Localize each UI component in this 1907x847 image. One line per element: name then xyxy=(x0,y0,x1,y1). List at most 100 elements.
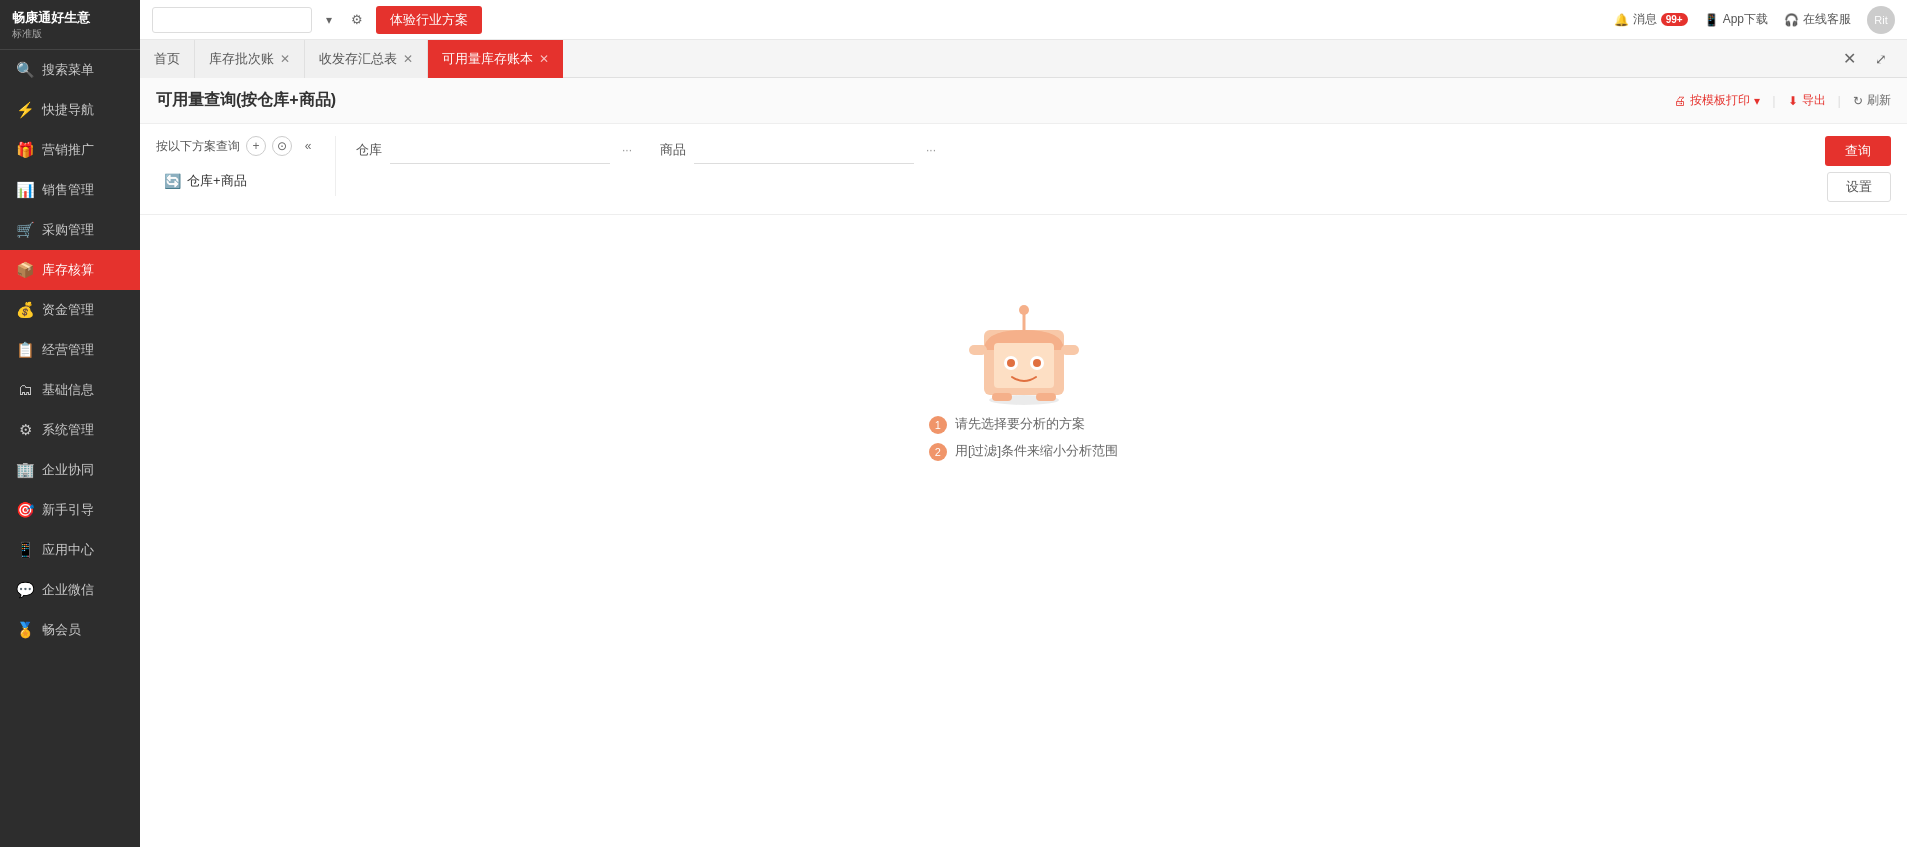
sidebar-label-enterprise: 企业协同 xyxy=(42,461,94,479)
query-scheme-header: 按以下方案查询 + ⊙ « xyxy=(156,136,319,156)
refresh-circle-icon: 🔄 xyxy=(164,173,181,189)
tab-batch-account-close[interactable]: ✕ xyxy=(280,52,290,66)
tabbar-expand-btn[interactable]: ⤢ xyxy=(1867,45,1895,73)
settings-circle-icon: ⊙ xyxy=(277,139,287,153)
tab-available-ledger[interactable]: 可用量库存账本 ✕ xyxy=(428,40,563,78)
sidebar-label-shortcut: 快捷导航 xyxy=(42,101,94,119)
money-icon: 💰 xyxy=(16,301,34,319)
tabbar-actions: ✕ ⤢ xyxy=(1835,45,1899,73)
settings-icon[interactable]: ⚙ xyxy=(346,9,368,31)
export-btn[interactable]: ⬇ 导出 xyxy=(1788,92,1826,109)
sidebar-label-operations: 经营管理 xyxy=(42,341,94,359)
topbar: ▾ ⚙ 体验行业方案 🔔 消息 99+ 📱 App下载 🎧 在线客服 Rit xyxy=(140,0,1907,40)
tab-batch-account[interactable]: 库存批次账 ✕ xyxy=(195,40,305,78)
empty-svg-illustration xyxy=(964,295,1084,405)
collapse-scheme-btn[interactable]: « xyxy=(298,136,318,156)
app-download-btn[interactable]: 📱 App下载 xyxy=(1704,11,1768,28)
scheme-item-warehouse-product[interactable]: 🔄 仓库+商品 xyxy=(156,166,319,196)
empty-state: 1 请先选择要分析的方案 2 用[过滤]条件来缩小分析范围 xyxy=(140,215,1907,521)
hint-num-2: 2 xyxy=(929,443,947,461)
sidebar-label-guide: 新手引导 xyxy=(42,501,94,519)
tab-available-ledger-close[interactable]: ✕ xyxy=(539,52,549,66)
sidebar-item-inventory[interactable]: 📦 库存核算 xyxy=(0,250,140,290)
lightning-icon: ⚡ xyxy=(16,101,34,119)
target-icon: 🎯 xyxy=(16,501,34,519)
divider1: | xyxy=(1772,93,1775,108)
sidebar-item-shortcut[interactable]: ⚡ 快捷导航 xyxy=(0,90,140,130)
topbar-search-input[interactable] xyxy=(152,7,312,33)
query-field-warehouse: 仓库 ··· xyxy=(356,136,636,164)
topbar-right: 🔔 消息 99+ 📱 App下载 🎧 在线客服 Rit xyxy=(1614,6,1895,34)
sidebar-item-marketing[interactable]: 🎁 营销推广 xyxy=(0,130,140,170)
sidebar-item-basic[interactable]: 🗂 基础信息 xyxy=(0,370,140,410)
tab-home-label: 首页 xyxy=(154,50,180,68)
sidebar-item-guide[interactable]: 🎯 新手引导 xyxy=(0,490,140,530)
warehouse-input[interactable] xyxy=(390,136,610,164)
folder-icon: 🗂 xyxy=(16,381,34,398)
print-btn[interactable]: 🖨 按模板打印 ▾ xyxy=(1674,92,1760,109)
sidebar-nav: 🔍 搜索菜单 ⚡ 快捷导航 🎁 营销推广 📊 销售管理 🛒 采购管理 📦 库存核… xyxy=(0,50,140,847)
tab-recv-summary-label: 收发存汇总表 xyxy=(319,50,397,68)
sidebar-item-system[interactable]: ⚙ 系统管理 xyxy=(0,410,140,450)
user-avatar[interactable]: Rit xyxy=(1867,6,1895,34)
medal-icon: 🏅 xyxy=(16,621,34,639)
refresh-icon: ↻ xyxy=(1853,94,1863,108)
product-label: 商品 xyxy=(660,141,686,159)
sidebar-item-operations[interactable]: 📋 经营管理 xyxy=(0,330,140,370)
sidebar-label-system: 系统管理 xyxy=(42,421,94,439)
scheme-item-label: 仓库+商品 xyxy=(187,172,247,190)
sidebar-label-finance: 资金管理 xyxy=(42,301,94,319)
warehouse-label: 仓库 xyxy=(356,141,382,159)
page-header: 可用量查询(按仓库+商品) 🖨 按模板打印 ▾ | ⬇ 导出 | ↻ 刷新 xyxy=(140,78,1907,124)
user-name-short: Rit xyxy=(1874,14,1887,26)
chat-icon: 💬 xyxy=(16,581,34,599)
headset-icon: 🎧 xyxy=(1784,13,1799,27)
page-header-actions: 🖨 按模板打印 ▾ | ⬇ 导出 | ↻ 刷新 xyxy=(1674,92,1891,109)
printer-icon: 🖨 xyxy=(1674,94,1686,108)
edit-scheme-btn[interactable]: ⊙ xyxy=(272,136,292,156)
sidebar-item-sales[interactable]: 📊 销售管理 xyxy=(0,170,140,210)
hint-num-1: 1 xyxy=(929,416,947,434)
svg-rect-10 xyxy=(1061,345,1079,355)
sidebar-item-vip[interactable]: 🏅 畅会员 xyxy=(0,610,140,650)
sidebar-item-finance[interactable]: 💰 资金管理 xyxy=(0,290,140,330)
query-submit-btn[interactable]: 查询 xyxy=(1825,136,1891,166)
export-label: 导出 xyxy=(1802,92,1826,109)
sidebar-label-marketing: 营销推广 xyxy=(42,141,94,159)
sidebar-item-purchase[interactable]: 🛒 采购管理 xyxy=(0,210,140,250)
tab-recv-summary-close[interactable]: ✕ xyxy=(403,52,413,66)
add-scheme-btn[interactable]: + xyxy=(246,136,266,156)
product-more-btn[interactable]: ··· xyxy=(922,143,940,157)
empty-hint-1: 1 请先选择要分析的方案 xyxy=(929,415,1085,434)
sidebar-label-sales: 销售管理 xyxy=(42,181,94,199)
empty-hint-1-text: 请先选择要分析的方案 xyxy=(955,415,1085,433)
empty-hint-2: 2 用[过滤]条件来缩小分析范围 xyxy=(929,442,1118,461)
main-content: ▾ ⚙ 体验行业方案 🔔 消息 99+ 📱 App下载 🎧 在线客服 Rit xyxy=(140,0,1907,847)
customer-service-btn[interactable]: 🎧 在线客服 xyxy=(1784,11,1851,28)
tab-batch-account-label: 库存批次账 xyxy=(209,50,274,68)
query-field-product: 商品 ··· xyxy=(660,136,940,164)
tab-recv-summary[interactable]: 收发存汇总表 ✕ xyxy=(305,40,428,78)
warehouse-more-btn[interactable]: ··· xyxy=(618,143,636,157)
svg-rect-12 xyxy=(1036,393,1056,401)
topbar-search-area: ▾ ⚙ xyxy=(152,7,368,33)
sidebar-item-app-center[interactable]: 📱 应用中心 xyxy=(0,530,140,570)
industry-btn[interactable]: 体验行业方案 xyxy=(376,6,482,34)
sidebar-item-search[interactable]: 🔍 搜索菜单 xyxy=(0,50,140,90)
gift-icon: 🎁 xyxy=(16,141,34,159)
tabbar: 首页 库存批次账 ✕ 收发存汇总表 ✕ 可用量库存账本 ✕ ✕ ⤢ xyxy=(140,40,1907,78)
cart-icon: 🛒 xyxy=(16,221,34,239)
query-settings-btn[interactable]: 设置 xyxy=(1827,172,1891,202)
product-input[interactable] xyxy=(694,136,914,164)
sidebar-item-enterprise[interactable]: 🏢 企业协同 xyxy=(0,450,140,490)
dropdown-icon[interactable]: ▾ xyxy=(318,9,340,31)
sidebar-item-wechat[interactable]: 💬 企业微信 xyxy=(0,570,140,610)
tabbar-close-all-btn[interactable]: ✕ xyxy=(1835,45,1863,73)
bell-icon: 🔔 xyxy=(1614,13,1629,27)
refresh-btn[interactable]: ↻ 刷新 xyxy=(1853,92,1891,109)
svg-point-6 xyxy=(1033,359,1041,367)
sidebar-label-wechat: 企业微信 xyxy=(42,581,94,599)
tab-home[interactable]: 首页 xyxy=(140,40,195,78)
page-content: 可用量查询(按仓库+商品) 🖨 按模板打印 ▾ | ⬇ 导出 | ↻ 刷新 xyxy=(140,78,1907,847)
message-btn[interactable]: 🔔 消息 99+ xyxy=(1614,11,1688,28)
